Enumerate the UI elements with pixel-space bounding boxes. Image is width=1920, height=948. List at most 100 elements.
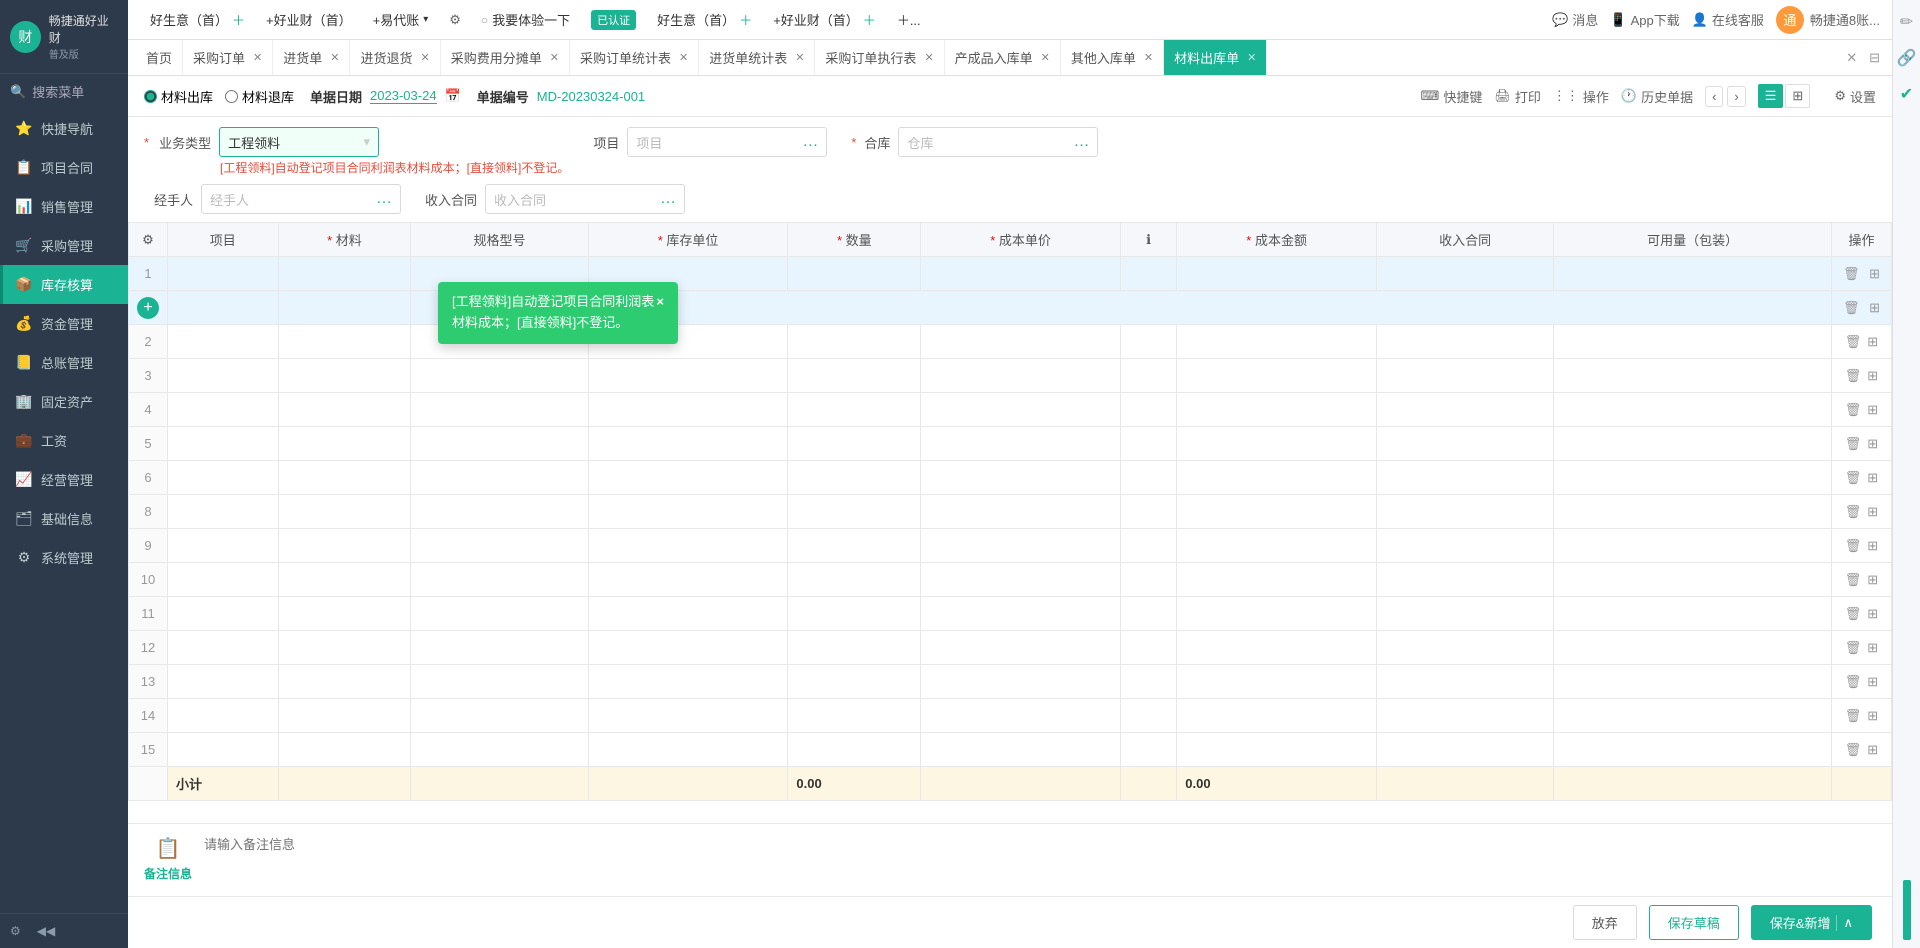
- online-service-btn[interactable]: 👤 在线客服: [1692, 10, 1764, 29]
- row1-delete[interactable]: 🗑: [1840, 264, 1863, 283]
- warehouse-input[interactable]: 仓库 …: [898, 127, 1098, 157]
- row-copy[interactable]: ⊞: [1864, 400, 1881, 419]
- discard-btn[interactable]: 放弃: [1573, 905, 1637, 940]
- save-new-btn[interactable]: 保存&新增 ∧: [1751, 905, 1872, 940]
- settings-icon[interactable]: ⚙: [439, 12, 471, 28]
- row-copy[interactable]: ⊞: [1864, 536, 1881, 555]
- operate-btn[interactable]: ⋮⋮ 操作: [1553, 87, 1609, 106]
- tab-goods-return[interactable]: 进货退货 ✕: [350, 40, 440, 76]
- calendar-icon[interactable]: 📅: [445, 88, 461, 104]
- radio-return[interactable]: 材料退库: [225, 87, 294, 106]
- row-copy[interactable]: ⊞: [1864, 638, 1881, 657]
- tab-purchase-exec[interactable]: 采购订单执行表 ✕: [815, 40, 944, 76]
- row-copy[interactable]: ⊞: [1864, 468, 1881, 487]
- row-delete[interactable]: 🗑: [1842, 706, 1865, 725]
- sidebar-item-salary[interactable]: 💼 工资: [0, 421, 128, 460]
- save-draft-btn[interactable]: 保存草稿: [1649, 905, 1739, 940]
- topbar-try[interactable]: ○ 我要体验一下: [471, 0, 581, 40]
- close-goods-stat[interactable]: ✕: [795, 51, 804, 64]
- row-delete[interactable]: 🗑: [1842, 400, 1865, 419]
- tab-finished-goods[interactable]: 产成品入库单 ✕: [945, 40, 1061, 76]
- th-settings[interactable]: ⚙: [129, 223, 168, 257]
- tab-purchase-order[interactable]: 采购订单 ✕: [183, 40, 273, 76]
- row-copy[interactable]: ⊞: [1864, 740, 1881, 759]
- print-btn[interactable]: 🖨 打印: [1494, 87, 1541, 106]
- sidebar-item-finance[interactable]: 💰 资金管理: [0, 304, 128, 343]
- close-purchase-exec[interactable]: ✕: [924, 51, 933, 64]
- handler-dots[interactable]: …: [376, 190, 392, 208]
- close-other-in[interactable]: ✕: [1144, 51, 1153, 64]
- row1-income-contract[interactable]: [1376, 257, 1553, 291]
- topbar-goodbiz2[interactable]: 好生意（首） ＋: [647, 0, 763, 40]
- user-menu[interactable]: 通 畅捷通8账...: [1776, 6, 1880, 34]
- right-tool-link[interactable]: 🔗: [1893, 44, 1920, 72]
- history-btn[interactable]: 🕐 历史单据: [1621, 87, 1693, 106]
- right-tool-check[interactable]: ✔: [1896, 80, 1917, 108]
- income-contract-input[interactable]: 收入合同 …: [485, 184, 685, 214]
- restore-tabs[interactable]: ⊟: [1865, 46, 1884, 70]
- addrow-copy[interactable]: ⊞: [1866, 298, 1883, 317]
- row1-qty[interactable]: [788, 257, 921, 291]
- income-dots[interactable]: …: [660, 190, 676, 208]
- row-delete[interactable]: 🗑: [1842, 570, 1865, 589]
- row-delete[interactable]: 🗑: [1842, 638, 1865, 657]
- row-delete[interactable]: 🗑: [1842, 672, 1865, 691]
- topbar-nav-agent[interactable]: +易代账 ▾: [363, 0, 440, 40]
- close-purchase-fee[interactable]: ✕: [550, 51, 559, 64]
- sidebar-item-operations[interactable]: 📈 经营管理: [0, 460, 128, 499]
- row-delete[interactable]: 🗑: [1842, 332, 1865, 351]
- close-purchase-order[interactable]: ✕: [253, 51, 262, 64]
- settings-btn[interactable]: ⚙: [10, 924, 21, 938]
- warehouse-dots[interactable]: …: [1073, 133, 1089, 151]
- row-copy[interactable]: ⊞: [1864, 502, 1881, 521]
- tab-goods-stat[interactable]: 进货单统计表 ✕: [699, 40, 815, 76]
- next-doc[interactable]: ›: [1727, 86, 1745, 107]
- add-row-btn[interactable]: +: [137, 297, 159, 319]
- row-copy[interactable]: ⊞: [1864, 434, 1881, 453]
- row-delete[interactable]: 🗑: [1842, 366, 1865, 385]
- tab-goods-in[interactable]: 进货单 ✕: [273, 40, 350, 76]
- row-copy[interactable]: ⊞: [1864, 706, 1881, 725]
- prev-doc[interactable]: ‹: [1705, 86, 1723, 107]
- row-copy[interactable]: ⊞: [1864, 672, 1881, 691]
- tab-home[interactable]: 首页: [136, 40, 183, 76]
- close-goods-in[interactable]: ✕: [330, 51, 339, 64]
- addrow-delete[interactable]: 🗑: [1840, 298, 1863, 317]
- sidebar-item-purchase[interactable]: 🛒 采购管理: [0, 226, 128, 265]
- row-delete[interactable]: 🗑: [1842, 604, 1865, 623]
- row-copy[interactable]: ⊞: [1864, 366, 1881, 385]
- sidebar-item-assets[interactable]: 🏢 固定资产: [0, 382, 128, 421]
- radio-out[interactable]: 材料出库: [144, 87, 213, 106]
- row-copy[interactable]: ⊞: [1864, 604, 1881, 623]
- row-delete[interactable]: 🗑: [1842, 468, 1865, 487]
- handler-input[interactable]: 经手人 …: [201, 184, 401, 214]
- topbar-more[interactable]: ＋...: [887, 0, 932, 40]
- right-tool-edit[interactable]: ✏: [1896, 8, 1917, 36]
- close-purchase-stat[interactable]: ✕: [679, 51, 688, 64]
- tab-other-in[interactable]: 其他入库单 ✕: [1061, 40, 1164, 76]
- shortcut-btn[interactable]: ⌨ 快捷键: [1421, 87, 1483, 106]
- row-delete[interactable]: 🗑: [1842, 740, 1865, 759]
- sidebar-item-project[interactable]: 📋 项目合同: [0, 148, 128, 187]
- sidebar-item-system[interactable]: ⚙ 系统管理: [0, 538, 128, 577]
- row-delete[interactable]: 🗑: [1842, 502, 1865, 521]
- row1-copy[interactable]: ⊞: [1866, 264, 1883, 283]
- row1-project[interactable]: [168, 257, 279, 291]
- row-copy[interactable]: ⊞: [1864, 570, 1881, 589]
- sidebar-item-sales[interactable]: 📊 销售管理: [0, 187, 128, 226]
- sidebar-item-inventory[interactable]: 📦 库存核算: [0, 265, 128, 304]
- row1-cost-amount[interactable]: [1177, 257, 1377, 291]
- project-input[interactable]: 项目 …: [627, 127, 827, 157]
- sidebar-item-base-info[interactable]: 🗂 基础信息: [0, 499, 128, 538]
- grid-view-btn[interactable]: ⊞: [1785, 84, 1810, 108]
- collapse-btn[interactable]: ◀◀: [37, 924, 55, 938]
- row1-material[interactable]: [278, 257, 411, 291]
- biz-type-input[interactable]: 工程领料 ▾: [219, 127, 379, 157]
- sidebar-item-ledger[interactable]: 📒 总账管理: [0, 343, 128, 382]
- tab-purchase-stat[interactable]: 采购订单统计表 ✕: [570, 40, 699, 76]
- row-delete[interactable]: 🗑: [1842, 536, 1865, 555]
- row1-cost-price[interactable]: [921, 257, 1121, 291]
- tab-material-out[interactable]: 材料出库单 ✕: [1164, 40, 1267, 76]
- close-all-tabs[interactable]: ✕: [1842, 46, 1861, 70]
- tab-purchase-fee[interactable]: 采购费用分摊单 ✕: [441, 40, 570, 76]
